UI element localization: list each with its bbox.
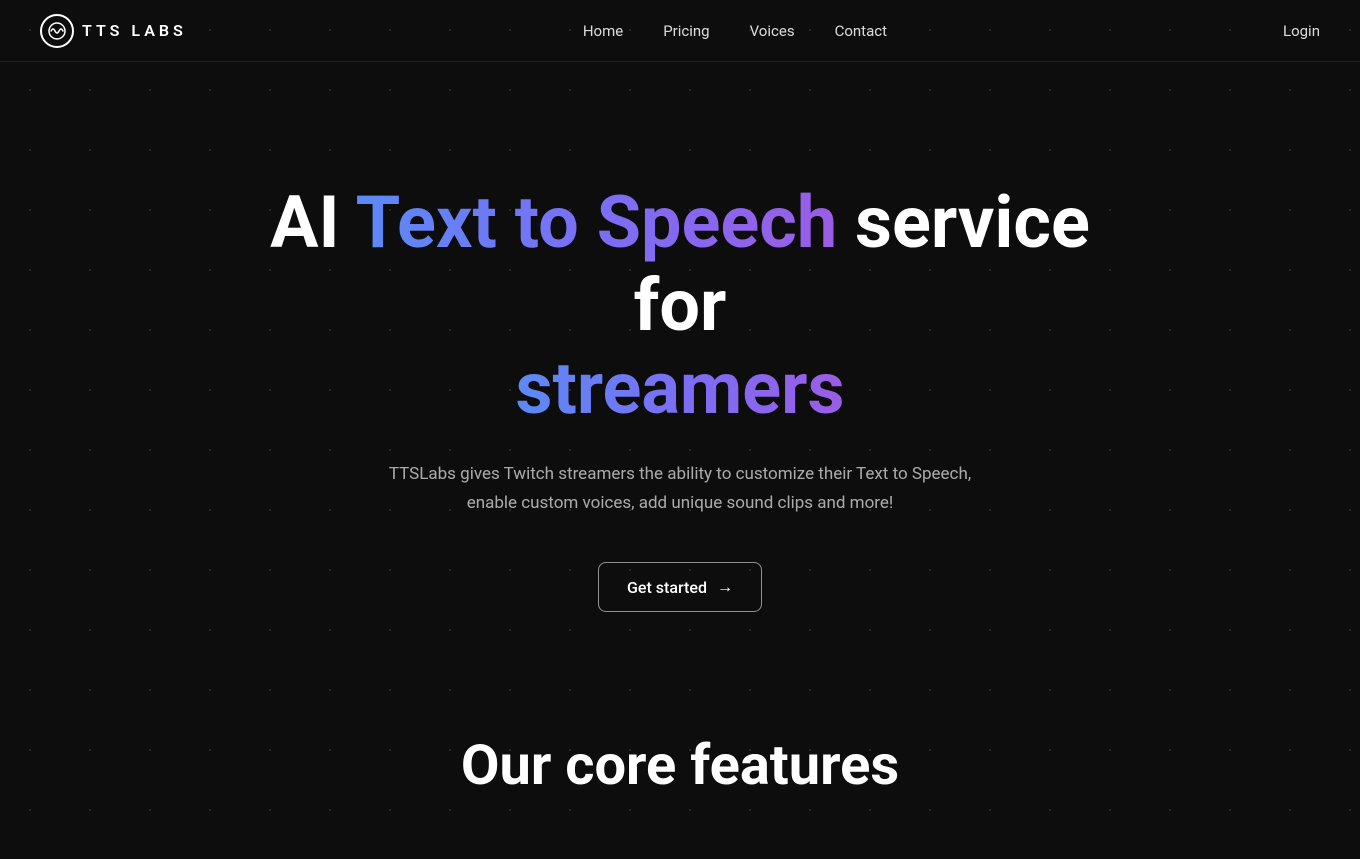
nav-link-contact[interactable]: Contact — [835, 22, 887, 40]
nav-link-voices[interactable]: Voices — [750, 22, 795, 40]
navbar: TTS LABS Home Pricing Voices Contact Log… — [0, 0, 1360, 62]
core-features-title: Our core features — [40, 732, 1320, 798]
cta-arrow-icon: → — [717, 577, 733, 597]
hero-title-plain1: AI — [270, 180, 355, 265]
hero-title: AI Text to Speech service for streamers — [230, 182, 1130, 430]
nav-link-pricing[interactable]: Pricing — [663, 22, 709, 40]
cta-label: Get started — [627, 578, 707, 597]
hero-title-gradient2: streamers — [515, 346, 844, 431]
get-started-button[interactable]: Get started → — [598, 562, 762, 612]
nav-item-pricing[interactable]: Pricing — [663, 21, 709, 40]
nav-item-contact[interactable]: Contact — [835, 21, 887, 40]
nav-item-home[interactable]: Home — [583, 21, 623, 40]
brand-logo[interactable]: TTS LABS — [40, 14, 187, 48]
logo-icon — [40, 14, 74, 48]
login-link[interactable]: Login — [1283, 22, 1320, 40]
brand-name: TTS LABS — [82, 21, 187, 40]
hero-title-gradient1: Text to Speech — [356, 180, 838, 265]
nav-item-voices[interactable]: Voices — [750, 21, 795, 40]
hero-section: AI Text to Speech service for streamers … — [0, 62, 1360, 692]
core-features-section: Our core features — [0, 692, 1360, 798]
nav-links: Home Pricing Voices Contact — [583, 21, 887, 40]
logo-svg — [47, 21, 67, 41]
nav-link-home[interactable]: Home — [583, 22, 623, 40]
hero-subtitle: TTSLabs gives Twitch streamers the abili… — [380, 460, 980, 518]
